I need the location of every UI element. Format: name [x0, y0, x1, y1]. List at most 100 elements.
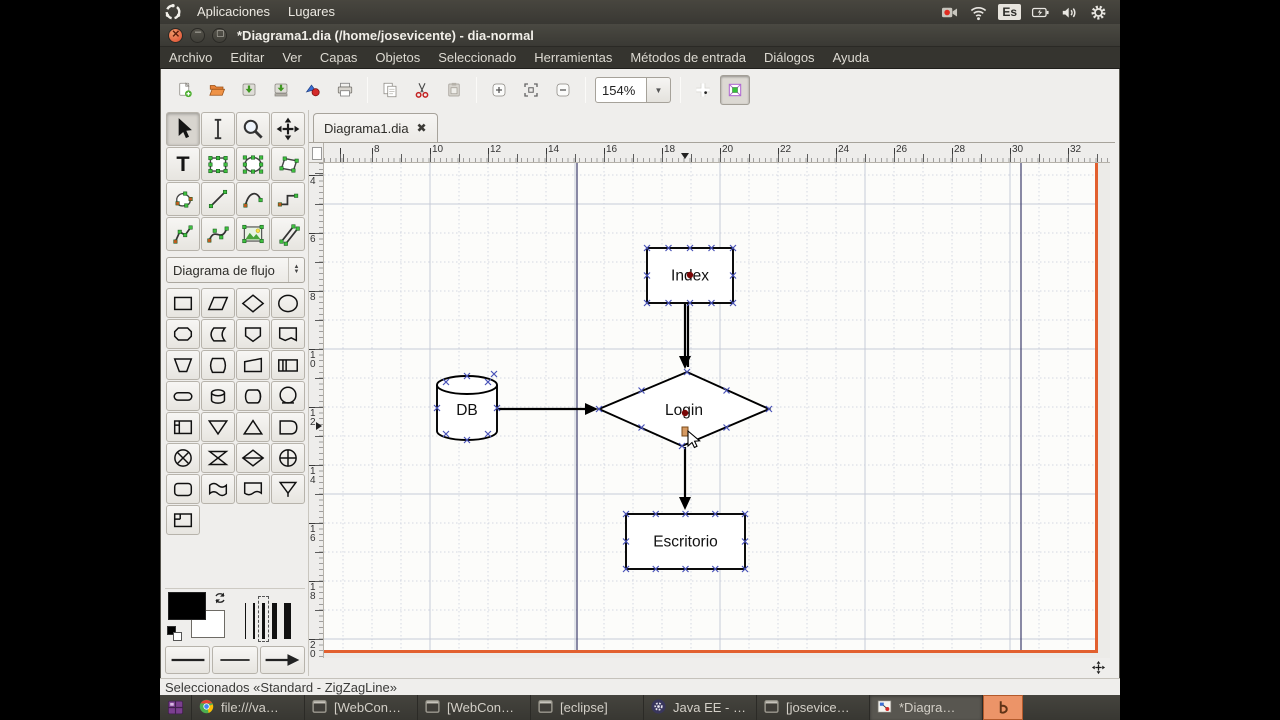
- tool-pointer[interactable]: [165, 111, 200, 146]
- copy-button[interactable]: [375, 75, 405, 105]
- line-start-style-button[interactable]: [165, 646, 211, 674]
- dia-urgent-badge[interactable]: [983, 695, 1023, 720]
- zoom-fit-button[interactable]: [516, 75, 546, 105]
- print-button[interactable]: [330, 75, 360, 105]
- line-width-option-5[interactable]: [272, 599, 277, 639]
- shape-sort[interactable]: [235, 442, 270, 473]
- line-mid-style-button[interactable]: [212, 646, 258, 674]
- shape-card[interactable]: [165, 504, 200, 535]
- shape-loop-limit[interactable]: [165, 318, 200, 349]
- menu-herramientas[interactable]: Herramientas: [525, 50, 621, 65]
- line-width-option-7[interactable]: [284, 599, 291, 639]
- arrow-end-style-button[interactable]: [259, 646, 305, 674]
- taskbar-item[interactable]: Java EE - …: [644, 695, 757, 720]
- shape-stored-data[interactable]: [200, 318, 235, 349]
- shape-parallelogram[interactable]: [200, 287, 235, 318]
- shape-inverted-trapezoid[interactable]: [165, 349, 200, 380]
- menu-objetos[interactable]: Objetos: [366, 50, 429, 65]
- tool-image[interactable]: [235, 216, 270, 251]
- volume-icon[interactable]: [1060, 3, 1079, 22]
- taskbar-item[interactable]: file:///va…: [192, 695, 305, 720]
- tool-ellipse[interactable]: [235, 146, 270, 181]
- top-panel-menu-lugares[interactable]: Lugares: [279, 4, 344, 19]
- shape-funnel[interactable]: [270, 473, 305, 504]
- zoom-in-button[interactable]: [484, 75, 514, 105]
- shape-or-junction[interactable]: [165, 442, 200, 473]
- zoom-value-field[interactable]: 154%: [595, 77, 647, 103]
- snap-to-objects-toggle[interactable]: [720, 75, 750, 105]
- diagram-canvas[interactable]: IndexDBLoginEscritorio: [324, 163, 1110, 658]
- tool-bezierline[interactable]: [200, 216, 235, 251]
- shape-punched-tape[interactable]: [200, 473, 235, 504]
- line-width-option-3[interactable]: [258, 595, 269, 642]
- menu-ayuda[interactable]: Ayuda: [824, 50, 879, 65]
- menu-editar[interactable]: Editar: [221, 50, 273, 65]
- shape-offline-storage[interactable]: [270, 380, 305, 411]
- distributor-logo-icon[interactable]: [164, 3, 182, 21]
- screen-record-icon[interactable]: [940, 3, 959, 22]
- tool-outline[interactable]: [270, 216, 305, 251]
- tab-diagrama1[interactable]: Diagrama1.dia ✖: [313, 113, 438, 142]
- battery-icon[interactable]: [1031, 3, 1050, 22]
- shape-off-page-connector[interactable]: [235, 318, 270, 349]
- menu-archivo[interactable]: Archivo: [160, 50, 221, 65]
- tab-close-icon[interactable]: ✖: [417, 121, 427, 135]
- shape-note[interactable]: [165, 411, 200, 442]
- save-button[interactable]: [234, 75, 264, 105]
- zoom-out-button[interactable]: [548, 75, 578, 105]
- shape-summing-junction[interactable]: [270, 442, 305, 473]
- tool-arc[interactable]: [235, 181, 270, 216]
- color-selector[interactable]: [165, 590, 233, 644]
- shape-magnetic-disk[interactable]: [235, 380, 270, 411]
- shape-document-tear[interactable]: [270, 318, 305, 349]
- sheet-selector[interactable]: Diagrama de flujo ▲ ▼: [166, 257, 305, 283]
- tool-polygon[interactable]: [270, 146, 305, 181]
- close-button[interactable]: [168, 26, 183, 43]
- tool-line[interactable]: [200, 181, 235, 216]
- tool-text[interactable]: T: [165, 146, 200, 181]
- tool-magnify[interactable]: [235, 111, 270, 146]
- shape-manual-operation[interactable]: [235, 349, 270, 380]
- save-as-button[interactable]: [266, 75, 296, 105]
- shape-magnetic-drum[interactable]: [200, 380, 235, 411]
- line-width-option-2[interactable]: [253, 599, 255, 639]
- minimize-button[interactable]: [190, 26, 205, 43]
- top-panel-menu-aplicaciones[interactable]: Aplicaciones: [188, 4, 279, 19]
- taskbar-item[interactable]: [WebCon…: [418, 695, 531, 720]
- line-width-option-1[interactable]: [245, 599, 246, 639]
- export-button[interactable]: [298, 75, 328, 105]
- shape-internal-storage[interactable]: [270, 349, 305, 380]
- menu-capas[interactable]: Capas: [311, 50, 367, 65]
- shape-preparation[interactable]: [200, 349, 235, 380]
- titlebar[interactable]: *Diagrama1.dia (/home/josevicente) - dia…: [160, 24, 1120, 47]
- maximize-button[interactable]: [212, 27, 227, 43]
- menu-ver[interactable]: Ver: [273, 50, 311, 65]
- tool-beziergon[interactable]: [165, 181, 200, 216]
- shape-terminal[interactable]: [165, 380, 200, 411]
- wifi-icon[interactable]: [969, 3, 988, 22]
- tool-text-edit[interactable]: [200, 111, 235, 146]
- tool-box[interactable]: [200, 146, 235, 181]
- workspace-switcher[interactable]: [160, 695, 192, 720]
- shape-rounded-box[interactable]: [165, 473, 200, 504]
- shape-delay[interactable]: [270, 411, 305, 442]
- foreground-color-swatch[interactable]: [168, 591, 206, 620]
- swap-colors-icon[interactable]: [211, 590, 229, 606]
- new-diagram-button[interactable]: [170, 75, 200, 105]
- menu-seleccionado[interactable]: Seleccionado: [429, 50, 525, 65]
- shape-merge[interactable]: [200, 411, 235, 442]
- tool-polyline[interactable]: [165, 216, 200, 251]
- grid-visible-toggle[interactable]: [688, 75, 718, 105]
- keyboard-layout-indicator[interactable]: Es: [998, 4, 1021, 20]
- session-gear-icon[interactable]: [1089, 3, 1108, 22]
- cut-button[interactable]: [407, 75, 437, 105]
- taskbar-item[interactable]: [WebCon…: [305, 695, 418, 720]
- shape-extract[interactable]: [235, 411, 270, 442]
- tool-zigzagline[interactable]: [270, 181, 305, 216]
- shape-document[interactable]: [235, 473, 270, 504]
- shape-decision[interactable]: [235, 287, 270, 318]
- tool-scroll[interactable]: [270, 111, 305, 146]
- sheet-spinner-icon[interactable]: ▲ ▼: [288, 258, 304, 282]
- taskbar-item[interactable]: *Diagra…: [870, 695, 983, 720]
- taskbar-item[interactable]: [josevice…: [757, 695, 870, 720]
